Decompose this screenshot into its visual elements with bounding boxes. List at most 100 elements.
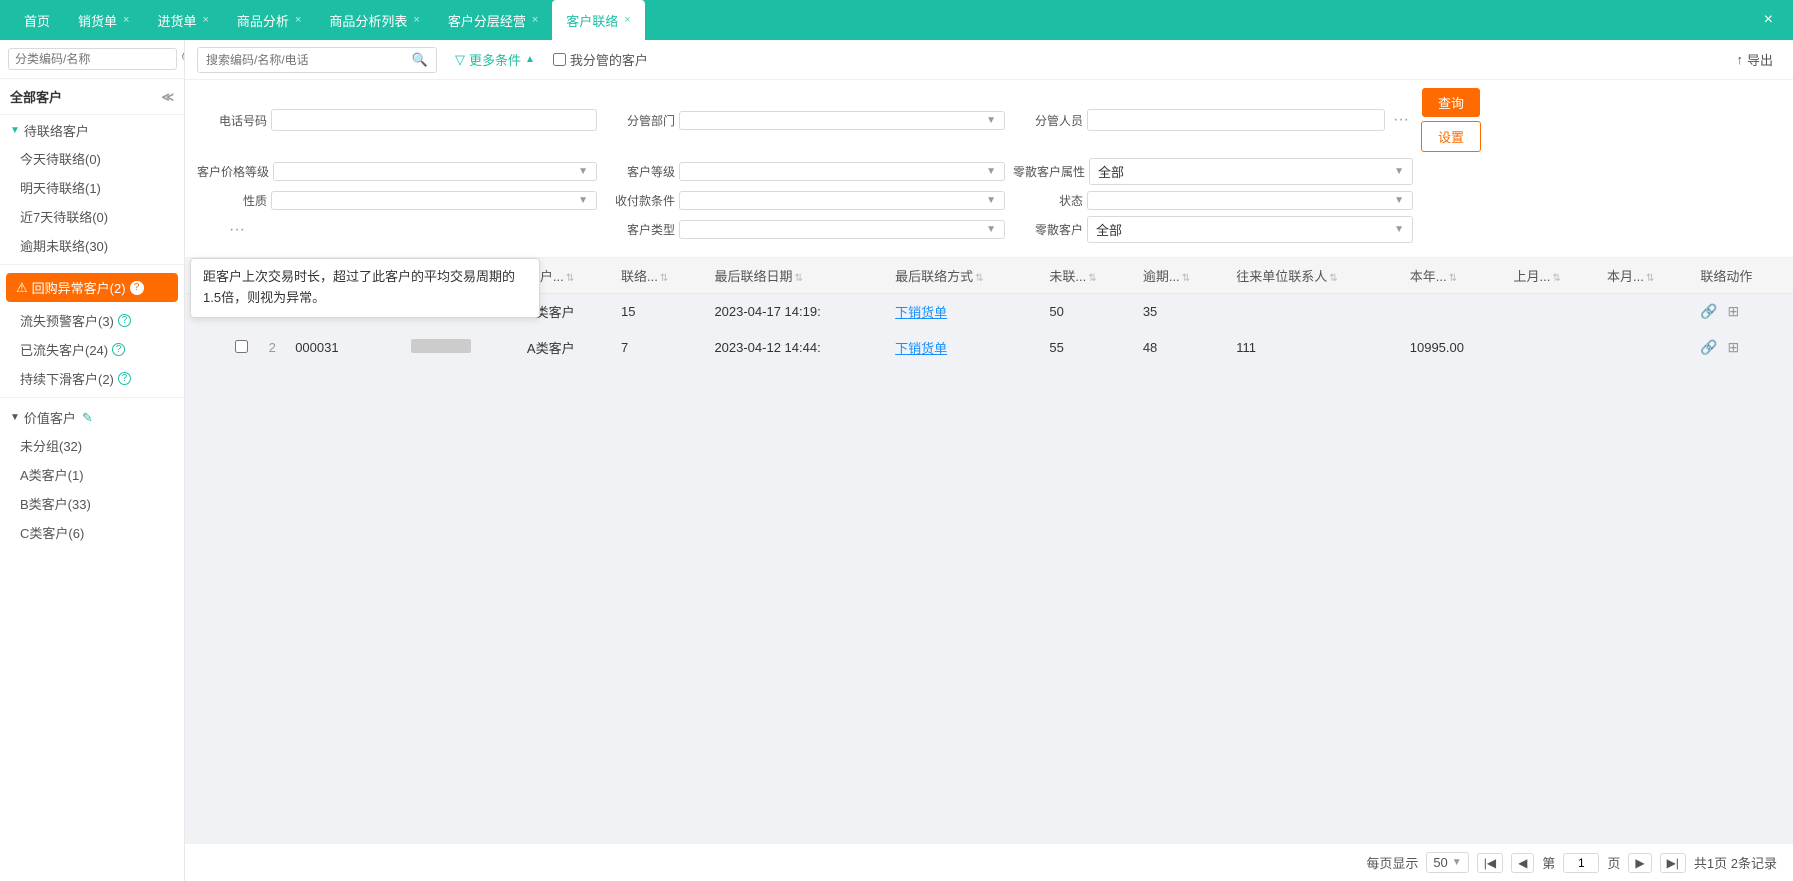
no-contact-sort-icon[interactable]: ⇅	[1088, 273, 1096, 284]
close-customer-segments-icon[interactable]: ×	[532, 14, 538, 26]
th-last-month[interactable]: 上月...⇅	[1506, 258, 1599, 294]
my-customer-checkbox-area[interactable]: 我分管的客户	[553, 50, 648, 69]
overdue-sort-icon[interactable]: ⇅	[1182, 273, 1190, 284]
unit-contact-sort-icon[interactable]: ⇅	[1329, 273, 1337, 284]
row2-grid-icon[interactable]: ⊞	[1727, 339, 1739, 355]
page-size-selector[interactable]: 50 ▼	[1426, 852, 1468, 873]
customer-type-select[interactable]: ▼	[679, 220, 1005, 239]
last-month-sort-icon[interactable]: ⇅	[1552, 273, 1560, 284]
contact-sort-icon[interactable]: ⇅	[660, 273, 668, 284]
th-no-contact[interactable]: 未联...⇅	[1041, 258, 1134, 294]
close-sales-icon[interactable]: ×	[123, 14, 129, 26]
export-button[interactable]: ↑ 导出	[1728, 46, 1781, 73]
payment-select[interactable]: ▼	[679, 191, 1005, 210]
sidebar-item-class-c[interactable]: C类客户(6)	[0, 518, 184, 547]
th-this-year[interactable]: 本年...⇅	[1402, 258, 1506, 294]
th-this-month[interactable]: 本月...⇅	[1599, 258, 1692, 294]
row2-this-month	[1599, 330, 1692, 366]
th-overdue[interactable]: 逾期...⇅	[1135, 258, 1228, 294]
status-select[interactable]: ▼	[1087, 191, 1413, 210]
tab-purchase[interactable]: 进货单 ×	[143, 0, 222, 40]
setting-button[interactable]: 设置	[1421, 121, 1481, 152]
sidebar-item-class-a[interactable]: A类客户(1)	[0, 460, 184, 489]
scatter-attr-select[interactable]: 全部 ▼	[1089, 158, 1413, 185]
th-contact[interactable]: 联络...⇅	[613, 258, 706, 294]
sidebar-item-overdue-pending[interactable]: 逾期未联络(30)	[0, 231, 184, 260]
row2-code[interactable]: 000031	[287, 330, 403, 366]
tab-product-analysis[interactable]: 商品分析 ×	[223, 0, 315, 40]
person-filter-input[interactable]	[1087, 109, 1385, 131]
sidebar-item-ungrouped[interactable]: 未分组(32)	[0, 431, 184, 460]
close-customer-contact-icon[interactable]: ×	[624, 14, 630, 26]
row2-method-link[interactable]: 下销货单	[895, 341, 947, 356]
sidebar-item-7days-pending[interactable]: 近7天待联络(0)	[0, 202, 184, 231]
price-level-select[interactable]: ▼	[273, 162, 597, 181]
row2-checkbox[interactable]	[235, 340, 248, 353]
sidebar-item-today-pending[interactable]: 今天待联络(0)	[0, 144, 184, 173]
main-search-icon[interactable]: 🔍	[412, 52, 428, 68]
pending-group-title[interactable]: ▼ 待联络客户	[0, 115, 184, 144]
dept-filter-select[interactable]: ▼	[679, 111, 1005, 130]
first-page-button[interactable]: |◀	[1477, 853, 1503, 873]
sidebar-item-tomorrow-pending[interactable]: 明天待联络(1)	[0, 173, 184, 202]
more-conditions-button[interactable]: ▽ 更多条件 ▲	[447, 46, 543, 73]
info-icon[interactable]: ?	[130, 281, 144, 295]
sidebar-item-repurchase-abnormal[interactable]: ⚠ 回购异常客户(2) ?	[6, 273, 178, 302]
value-group-title[interactable]: ▼ 价值客户 ✎	[0, 402, 184, 431]
window-close-button[interactable]: ×	[1754, 11, 1783, 29]
row2-link-icon[interactable]: 🔗	[1700, 339, 1717, 355]
last-contact-method-sort-icon[interactable]: ⇅	[975, 273, 983, 284]
th-last-contact-date[interactable]: 最后联络日期⇅	[706, 258, 887, 294]
sidebar-item-churn-warning[interactable]: 流失预警客户(3) ?	[0, 306, 184, 335]
sidebar-item-class-b[interactable]: B类客户(33)	[0, 489, 184, 518]
main-search-input[interactable]	[206, 53, 408, 67]
nature-select[interactable]: ▼	[271, 191, 597, 210]
prev-page-button[interactable]: ◀	[1511, 853, 1534, 873]
row1-link-icon[interactable]: 🔗	[1700, 303, 1717, 319]
tab-customer-contact[interactable]: 客户联络 ×	[552, 0, 644, 40]
churned-info-icon[interactable]: ?	[112, 343, 125, 356]
scatter-attr-label: 零散客户属性	[1013, 163, 1085, 180]
this-month-sort-icon[interactable]: ⇅	[1646, 273, 1654, 284]
person-filter-dots[interactable]: ···	[1389, 111, 1413, 129]
page-number-input[interactable]	[1563, 853, 1599, 873]
last-contact-date-sort-icon[interactable]: ⇅	[794, 273, 802, 284]
close-product-analysis-list-icon[interactable]: ×	[413, 14, 419, 26]
row2-name[interactable]	[403, 330, 519, 366]
sidebar-search-input[interactable]	[8, 48, 177, 70]
phone-filter-input[interactable]	[271, 109, 597, 131]
row1-last-contact-method[interactable]: 下销货单	[887, 294, 1041, 330]
th-last-contact-method[interactable]: 最后联络方式⇅	[887, 258, 1041, 294]
scatter-customer-select[interactable]: 全部 ▼	[1087, 216, 1413, 243]
tab-customer-segments[interactable]: 客户分层经营 ×	[434, 0, 552, 40]
th-unit-contact[interactable]: 往来单位联系人⇅	[1228, 258, 1401, 294]
row2-this-year: 10995.00	[1402, 330, 1506, 366]
declining-info-icon[interactable]: ?	[118, 372, 131, 385]
churn-warning-info-icon[interactable]: ?	[118, 314, 131, 327]
this-year-sort-icon[interactable]: ⇅	[1449, 273, 1457, 284]
tab-home[interactable]: 首页	[10, 0, 64, 40]
row2-checkbox-cell[interactable]	[227, 330, 257, 366]
row4-dots-icon[interactable]: ···	[225, 221, 249, 239]
collapse-sidebar-icon[interactable]: ≪	[161, 90, 174, 104]
row1-grid-icon[interactable]: ⊞	[1727, 303, 1739, 319]
nature-chevron-icon: ▼	[578, 195, 588, 206]
value-group-edit-icon[interactable]: ✎	[82, 410, 93, 426]
next-page-button[interactable]: ▶	[1628, 853, 1651, 873]
tab-product-analysis-list[interactable]: 商品分析列表 ×	[315, 0, 433, 40]
my-customer-checkbox[interactable]	[553, 53, 566, 66]
tab-sales[interactable]: 销货单 ×	[64, 0, 143, 40]
main-search-box[interactable]: 🔍	[197, 47, 437, 73]
close-product-analysis-icon[interactable]: ×	[295, 14, 301, 26]
close-purchase-icon[interactable]: ×	[202, 14, 208, 26]
query-button[interactable]: 查询	[1422, 88, 1480, 117]
category-sort-icon[interactable]: ⇅	[566, 273, 574, 284]
sidebar-item-declining[interactable]: 持续下滑客户(2) ?	[0, 364, 184, 393]
sidebar-item-churned[interactable]: 已流失客户(24) ?	[0, 335, 184, 364]
customer-level-select[interactable]: ▼	[679, 162, 1005, 181]
row2-num: 2	[257, 330, 287, 366]
row1-last-month	[1506, 294, 1599, 330]
row1-method-link[interactable]: 下销货单	[895, 305, 947, 320]
last-page-button[interactable]: ▶|	[1660, 853, 1686, 873]
row2-last-contact-method[interactable]: 下销货单	[887, 330, 1041, 366]
